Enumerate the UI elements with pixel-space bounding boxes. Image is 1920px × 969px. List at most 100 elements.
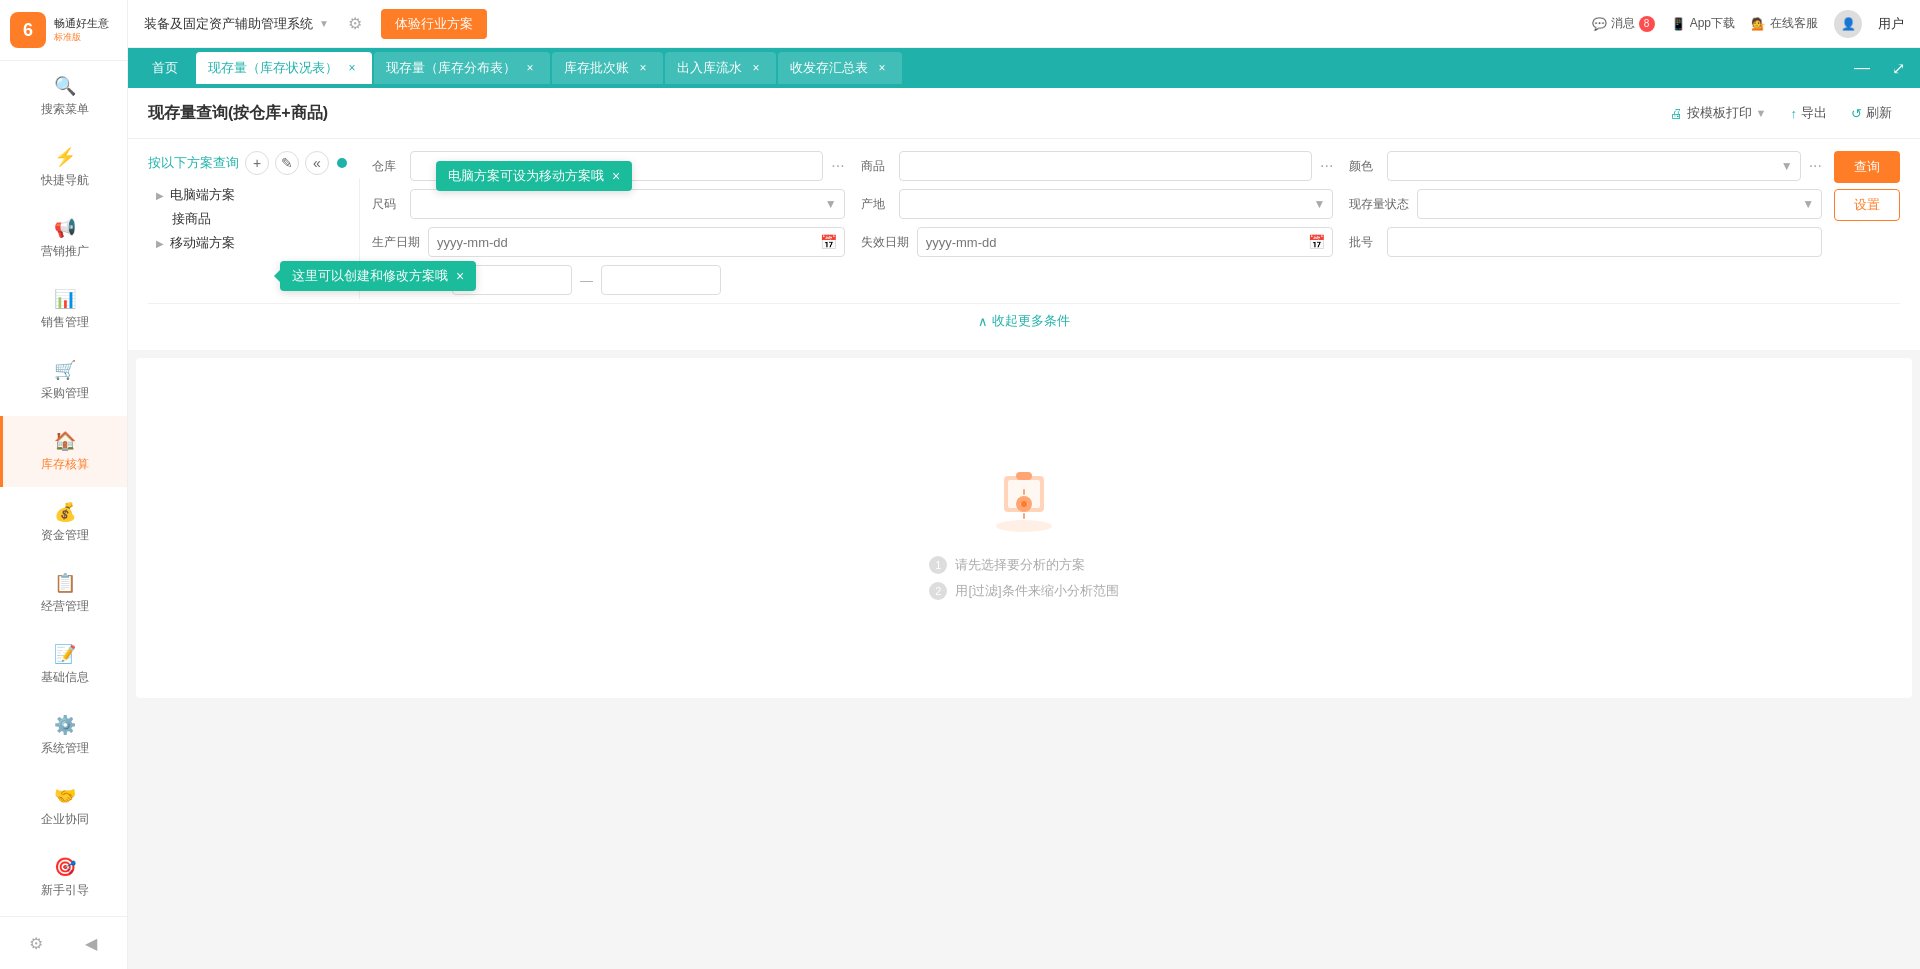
sidebar-item-finance[interactable]: 💰 资金管理 — [0, 487, 127, 558]
scheme-item-desktop[interactable]: ▶ 电脑端方案 — [148, 183, 347, 207]
query-btn[interactable]: 查询 — [1834, 151, 1900, 183]
color-dots[interactable]: ··· — [1809, 157, 1822, 175]
color-select-wrap[interactable] — [1387, 151, 1800, 181]
refresh-btn[interactable]: ↺ 刷新 — [1843, 100, 1900, 126]
expire-date-label: 失效日期 — [861, 234, 909, 251]
filter-area: 按以下方案查询 + ✎ « — [128, 139, 1920, 350]
notification-action[interactable]: 💬 消息 8 — [1592, 15, 1655, 32]
main-area: 装备及固定资产辅助管理系统 ▼ ⚙ 体验行业方案 💬 消息 8 📱 App下载 … — [128, 0, 1920, 969]
sidebar-item-purchase[interactable]: 🛒 采购管理 — [0, 345, 127, 416]
scheme-item-goods[interactable]: 接商品 — [148, 207, 347, 231]
sidebar-item-marketing[interactable]: 📢 营销推广 — [0, 203, 127, 274]
tab-close-1[interactable]: × — [344, 60, 360, 76]
mobile-expand-icon: ▶ — [156, 238, 164, 249]
inventory-state-select[interactable] — [1417, 189, 1822, 219]
sidebar-label-search: 搜索菜单 — [41, 101, 89, 118]
inventory-main-end[interactable] — [601, 265, 721, 295]
tab-inout-flow-label: 出入库流水 — [677, 59, 742, 77]
expire-date-field: 失效日期 📅 — [861, 227, 1334, 257]
sidebar-collapse-btn[interactable]: ◀ — [77, 929, 105, 957]
batch-input[interactable] — [1387, 227, 1822, 257]
tab-close-5[interactable]: × — [874, 60, 890, 76]
sidebar-label-cooperation: 企业协同 — [41, 811, 89, 828]
topbar-settings-btn[interactable]: ⚙ — [341, 10, 369, 38]
sidebar-item-quick[interactable]: ⚡ 快捷导航 — [0, 132, 127, 203]
empty-steps: 1 请先选择要分析的方案 2 用[过滤]条件来缩小分析范围 — [929, 556, 1118, 600]
set-btn[interactable]: 设置 — [1834, 189, 1900, 221]
tabbar-maximize-btn[interactable]: ⤢ — [1884, 54, 1912, 82]
tabbar-minimize-btn[interactable]: — — [1848, 54, 1876, 82]
print-icon: 🖨 — [1670, 106, 1683, 121]
sidebar-item-cooperation[interactable]: 🤝 企业协同 — [0, 771, 127, 842]
back-scheme-icon: « — [313, 155, 321, 171]
system-selector[interactable]: 装备及固定资产辅助管理系统 ▼ — [144, 15, 329, 33]
sidebar-item-sales[interactable]: 📊 销售管理 — [0, 274, 127, 345]
batch-field: 批号 — [1349, 227, 1822, 257]
scheme-item-mobile[interactable]: ▶ 移动端方案 — [148, 231, 347, 255]
sidebar-item-basic[interactable]: 📝 基础信息 — [0, 629, 127, 700]
template-print-btn[interactable]: 🖨 按模板打印 ▼ — [1662, 100, 1775, 126]
add-scheme-btn[interactable]: + — [245, 151, 269, 175]
goods-field: 商品 ··· — [861, 151, 1334, 181]
sidebar-label-marketing: 营销推广 — [41, 243, 89, 260]
sidebar-item-system[interactable]: ⚙️ 系统管理 — [0, 700, 127, 771]
sidebar-item-management[interactable]: 📋 经营管理 — [0, 558, 127, 629]
online-support-action[interactable]: 💁 在线客服 — [1751, 15, 1818, 32]
content-area: 现存量查询(按仓库+商品) 🖨 按模板打印 ▼ ↑ 导出 ↺ 刷新 — [128, 88, 1920, 969]
edit-scheme-btn[interactable]: ✎ — [275, 151, 299, 175]
add-scheme-icon: + — [253, 155, 261, 171]
tab-batch-ledger[interactable]: 库存批次账 × — [552, 52, 663, 84]
desktop-expand-icon: ▶ — [156, 190, 164, 201]
minimize-icon: — — [1854, 59, 1870, 77]
management-icon: 📋 — [54, 572, 76, 594]
tab-inventory-dist[interactable]: 现存量（库存分布表） × — [374, 52, 550, 84]
sidebar-item-inventory[interactable]: 🏠 库存核算 — [0, 416, 127, 487]
collapse-btn[interactable]: ∧ 收起更多条件 — [978, 312, 1070, 330]
produce-date-calendar-icon: 📅 — [820, 234, 837, 250]
system-selector-arrow: ▼ — [319, 18, 329, 29]
system-icon: ⚙️ — [54, 714, 76, 736]
export-btn[interactable]: ↑ 导出 — [1783, 100, 1836, 126]
goods-dots[interactable]: ··· — [1320, 157, 1333, 175]
produce-date-input[interactable] — [428, 227, 845, 257]
trial-btn[interactable]: 体验行业方案 — [381, 9, 487, 39]
tab-inventory-dist-label: 现存量（库存分布表） — [386, 59, 516, 77]
scheme-mobile-label: 移动端方案 — [170, 234, 235, 252]
scheme-edit-tooltip-close[interactable]: × — [456, 268, 464, 284]
collapse-label: 收起更多条件 — [992, 312, 1070, 330]
warehouse-label: 仓库 — [372, 158, 402, 175]
marketing-icon: 📢 — [54, 217, 76, 239]
tab-close-3[interactable]: × — [635, 60, 651, 76]
sidebar-item-guide[interactable]: 🎯 新手引导 — [0, 842, 127, 913]
page-header: 现存量查询(按仓库+商品) 🖨 按模板打印 ▼ ↑ 导出 ↺ 刷新 — [128, 88, 1920, 139]
batch-label: 批号 — [1349, 234, 1379, 251]
sidebar-item-search[interactable]: 🔍 搜索菜单 — [0, 61, 127, 132]
size-select[interactable] — [410, 189, 845, 219]
sidebar-label-sales: 销售管理 — [41, 314, 89, 331]
color-label: 颜色 — [1349, 158, 1379, 175]
inventory-state-field: 现存量状态 ▼ — [1349, 189, 1822, 219]
user-avatar: 👤 — [1834, 10, 1862, 38]
app-download-action[interactable]: 📱 App下载 — [1671, 15, 1735, 32]
step-num-2: 2 — [929, 582, 947, 600]
scheme-mobile-tooltip: 电脑方案可设为移动方案哦 × — [436, 161, 632, 191]
sidebar-label-inventory: 库存核算 — [41, 456, 89, 473]
tab-close-2[interactable]: × — [522, 60, 538, 76]
tab-close-4[interactable]: × — [748, 60, 764, 76]
warehouse-dots[interactable]: ··· — [831, 157, 844, 175]
scheme-mobile-tooltip-close[interactable]: × — [612, 168, 620, 184]
tab-inventory-status[interactable]: 现存量（库存状况表） × — [196, 52, 372, 84]
page-title: 现存量查询(按仓库+商品) — [148, 103, 328, 124]
empty-step-1: 1 请先选择要分析的方案 — [929, 556, 1118, 574]
tab-inout-flow[interactable]: 出入库流水 × — [665, 52, 776, 84]
tab-home[interactable]: 首页 — [136, 52, 194, 84]
sidebar-logo: 6 畅通好生意 标准版 — [0, 0, 127, 61]
step-num-1: 1 — [929, 556, 947, 574]
sidebar-settings-btn[interactable]: ⚙ — [22, 929, 50, 957]
back-scheme-btn[interactable]: « — [305, 151, 329, 175]
step-2-text: 用[过滤]条件来缩小分析范围 — [955, 582, 1118, 600]
expire-date-input[interactable] — [917, 227, 1334, 257]
user-name[interactable]: 用户 — [1878, 15, 1904, 33]
tab-summary[interactable]: 收发存汇总表 × — [778, 52, 902, 84]
origin-select[interactable] — [899, 189, 1334, 219]
